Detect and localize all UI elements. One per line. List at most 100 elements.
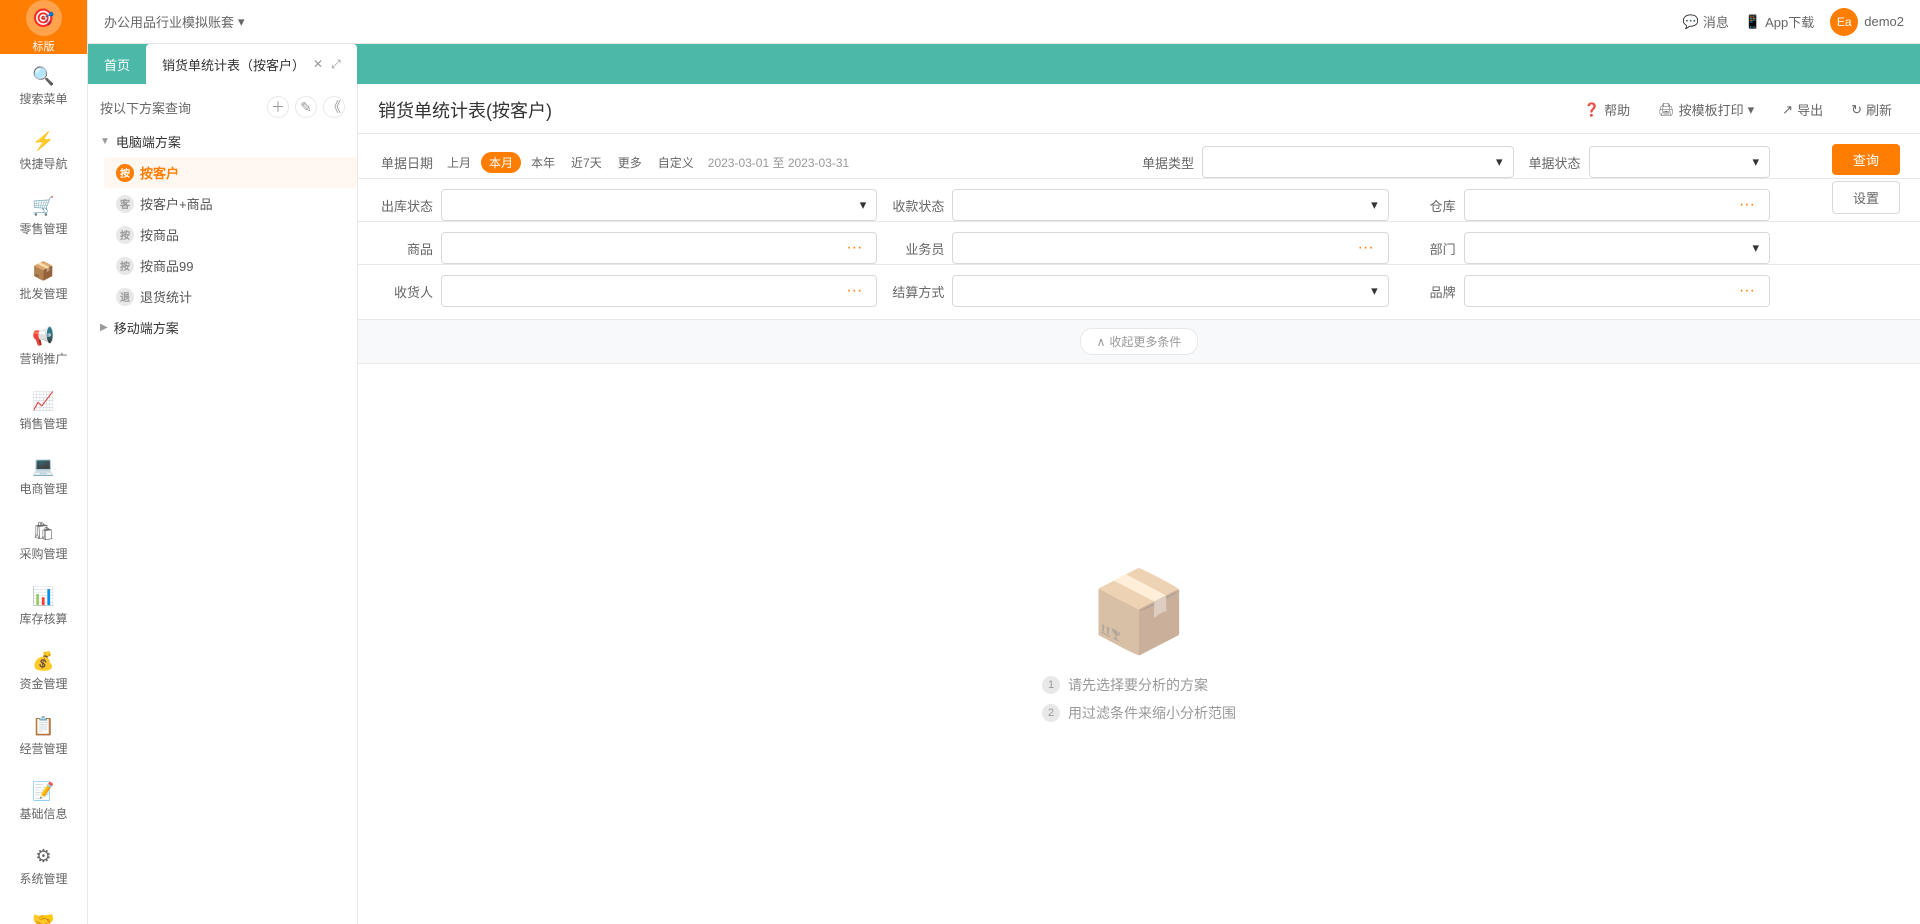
- mobile-scheme-group: ▶ 移动端方案: [88, 312, 357, 343]
- sidebar-item-13[interactable]: 🤝 企业协同: [0, 899, 87, 924]
- user-profile[interactable]: Ea demo2: [1830, 8, 1904, 36]
- sidebar-item-7[interactable]: 🛍 采购管理: [0, 509, 87, 574]
- receiver-input[interactable]: ···: [441, 275, 877, 307]
- tree-item-0[interactable]: 按按客户: [104, 157, 357, 188]
- tab-maximize-icon[interactable]: ⤢: [331, 57, 341, 72]
- date-tab-custom[interactable]: 自定义: [652, 152, 700, 173]
- receiver-dots-icon[interactable]: ···: [842, 282, 866, 300]
- warehouse-filter: 仓库 ···: [1401, 189, 1900, 221]
- salesman-label: 业务员: [889, 239, 944, 258]
- app-download-label: App下载: [1765, 12, 1814, 31]
- page-header: 销货单统计表(按客户) ❓ 帮助 🖨 按模板打印 ▾ ↗ 导出: [358, 84, 1920, 134]
- help-button[interactable]: ❓ 帮助: [1576, 96, 1638, 123]
- date-tab-this-year[interactable]: 本年: [525, 152, 561, 173]
- sidebar-label-6: 电商管理: [19, 480, 67, 497]
- collect-label: 收款状态: [889, 196, 944, 215]
- salesman-dots-icon[interactable]: ···: [1354, 239, 1378, 257]
- warehouse-dots-icon[interactable]: ···: [1735, 196, 1759, 214]
- tab-sales-stats[interactable]: 销货单统计表（按客户） ✕ ⤢: [146, 44, 357, 84]
- logo-button[interactable]: 🎯 标版: [0, 0, 88, 54]
- tree-item-label-2: 按商品: [140, 225, 179, 244]
- edit-scheme-button[interactable]: ✎: [295, 96, 317, 118]
- salesman-input[interactable]: ···: [952, 232, 1388, 264]
- settle-dropdown[interactable]: ▾: [952, 275, 1388, 307]
- mobile-group-header[interactable]: ▶ 移动端方案: [88, 312, 357, 343]
- settings-button[interactable]: 设置: [1832, 181, 1900, 214]
- sidebar-item-6[interactable]: 💻 电商管理: [0, 444, 87, 509]
- sidebar-item-8[interactable]: 📊 库存核算: [0, 574, 87, 639]
- tip-text-1: 请先选择要分析的方案: [1068, 675, 1208, 695]
- sidebar-label-10: 经营管理: [19, 740, 67, 757]
- sidebar-item-12[interactable]: ⚙ 系统管理: [0, 834, 87, 899]
- dept-chevron-icon: ▾: [1752, 240, 1759, 256]
- collapse-button[interactable]: ∧ 收起更多条件: [1080, 328, 1199, 355]
- query-button[interactable]: 查询: [1832, 144, 1900, 175]
- brand-dots-icon[interactable]: ···: [1735, 282, 1759, 300]
- date-tab-more[interactable]: 更多: [612, 152, 648, 173]
- sidebar-item-10[interactable]: 📋 经营管理: [0, 704, 87, 769]
- tree-item-label-4: 退货统计: [140, 287, 192, 306]
- add-scheme-button[interactable]: ＋: [267, 96, 289, 118]
- app-download-button[interactable]: 📱 App下载: [1745, 12, 1814, 31]
- dept-dropdown[interactable]: ▾: [1464, 232, 1770, 264]
- warehouse-label: 仓库: [1401, 196, 1456, 215]
- desktop-group-header[interactable]: ▼ 电脑端方案: [88, 126, 357, 157]
- print-icon: 🖨: [1658, 102, 1675, 118]
- sidebar-label-12: 系统管理: [19, 870, 67, 887]
- message-button[interactable]: 💬 消息: [1683, 12, 1729, 31]
- goods-dots-icon[interactable]: ···: [842, 239, 866, 257]
- avatar: Ea: [1830, 8, 1858, 36]
- sidebar-item-2[interactable]: 🛒 零售管理: [0, 184, 87, 249]
- top-header: 办公用品行业模拟账套 ▾ 💬 消息 📱 App下载 Ea demo2: [88, 0, 1920, 44]
- sidebar-item-11[interactable]: 📝 基础信息: [0, 769, 87, 834]
- type-filter: 单据类型 ▾: [1139, 146, 1514, 178]
- tab-home[interactable]: 首页: [88, 44, 146, 84]
- sidebar-icon-13: 🤝: [32, 911, 54, 924]
- refresh-icon: ↻: [1851, 102, 1862, 118]
- print-button[interactable]: 🖨 按模板打印 ▾: [1650, 96, 1762, 123]
- type-chevron-icon: ▾: [1496, 154, 1503, 170]
- message-label: 消息: [1703, 12, 1729, 31]
- export-button[interactable]: ↗ 导出: [1774, 96, 1831, 123]
- header-right: 💬 消息 📱 App下载 Ea demo2: [1683, 8, 1904, 36]
- main-area: 办公用品行业模拟账套 ▾ 💬 消息 📱 App下载 Ea demo2 首页 销货…: [88, 0, 1920, 924]
- tree-item-2[interactable]: 按按商品: [104, 219, 357, 250]
- account-dropdown[interactable]: 办公用品行业模拟账套 ▾: [104, 12, 245, 31]
- sidebar-label-11: 基础信息: [19, 805, 67, 822]
- filter-section: 单据日期 上月 本月 本年 近7天 更多 自定义 2023-03-01 至 20…: [358, 134, 1920, 320]
- tip-num-1: 1: [1042, 676, 1060, 694]
- app-icon: 📱: [1745, 14, 1761, 30]
- brand-input[interactable]: ···: [1464, 275, 1770, 307]
- status-dropdown[interactable]: ▾: [1589, 146, 1771, 178]
- empty-tip-2: 2 用过滤条件来缩小分析范围: [1042, 703, 1236, 723]
- filter-row-1: 单据日期 上月 本月 本年 近7天 更多 自定义 2023-03-01 至 20…: [358, 134, 1920, 179]
- tree-item-label-0: 按客户: [140, 163, 179, 182]
- collect-status-dropdown[interactable]: ▾: [952, 189, 1388, 221]
- out-status-chevron-icon: ▾: [860, 197, 867, 213]
- date-tab-7days[interactable]: 近7天: [565, 152, 608, 173]
- desktop-group-label: 电脑端方案: [116, 132, 181, 151]
- out-status-dropdown[interactable]: ▾: [441, 189, 877, 221]
- tree-item-1[interactable]: 客按客户+商品: [104, 188, 357, 219]
- sidebar-item-9[interactable]: 💰 资金管理: [0, 639, 87, 704]
- tab-close-icon[interactable]: ✕: [313, 57, 323, 71]
- goods-filter: 商品 ···: [378, 232, 877, 264]
- date-tab-this-month[interactable]: 本月: [481, 152, 521, 173]
- collapse-panel-button[interactable]: 《: [323, 96, 345, 118]
- refresh-button[interactable]: ↻ 刷新: [1843, 96, 1900, 123]
- out-status-label: 出库状态: [378, 196, 433, 215]
- type-dropdown[interactable]: ▾: [1202, 146, 1514, 178]
- sidebar-item-0[interactable]: 🔍 搜索菜单: [0, 54, 87, 119]
- sidebar-item-1[interactable]: ⚡ 快捷导航: [0, 119, 87, 184]
- warehouse-input[interactable]: ···: [1464, 189, 1770, 221]
- sidebar-item-5[interactable]: 📈 销售管理: [0, 379, 87, 444]
- tree-item-3[interactable]: 按按商品99: [104, 250, 357, 281]
- date-tab-last-month[interactable]: 上月: [441, 152, 477, 173]
- goods-input[interactable]: ···: [441, 232, 877, 264]
- collect-chevron-icon: ▾: [1371, 197, 1378, 213]
- left-panel-title: 按以下方案查询: [100, 98, 191, 117]
- sidebar-item-3[interactable]: 📦 批发管理: [0, 249, 87, 314]
- sidebar-icon-7: 🛍: [32, 521, 55, 542]
- sidebar-item-4[interactable]: 📢 营销推广: [0, 314, 87, 379]
- tree-item-4[interactable]: 退退货统计: [104, 281, 357, 312]
